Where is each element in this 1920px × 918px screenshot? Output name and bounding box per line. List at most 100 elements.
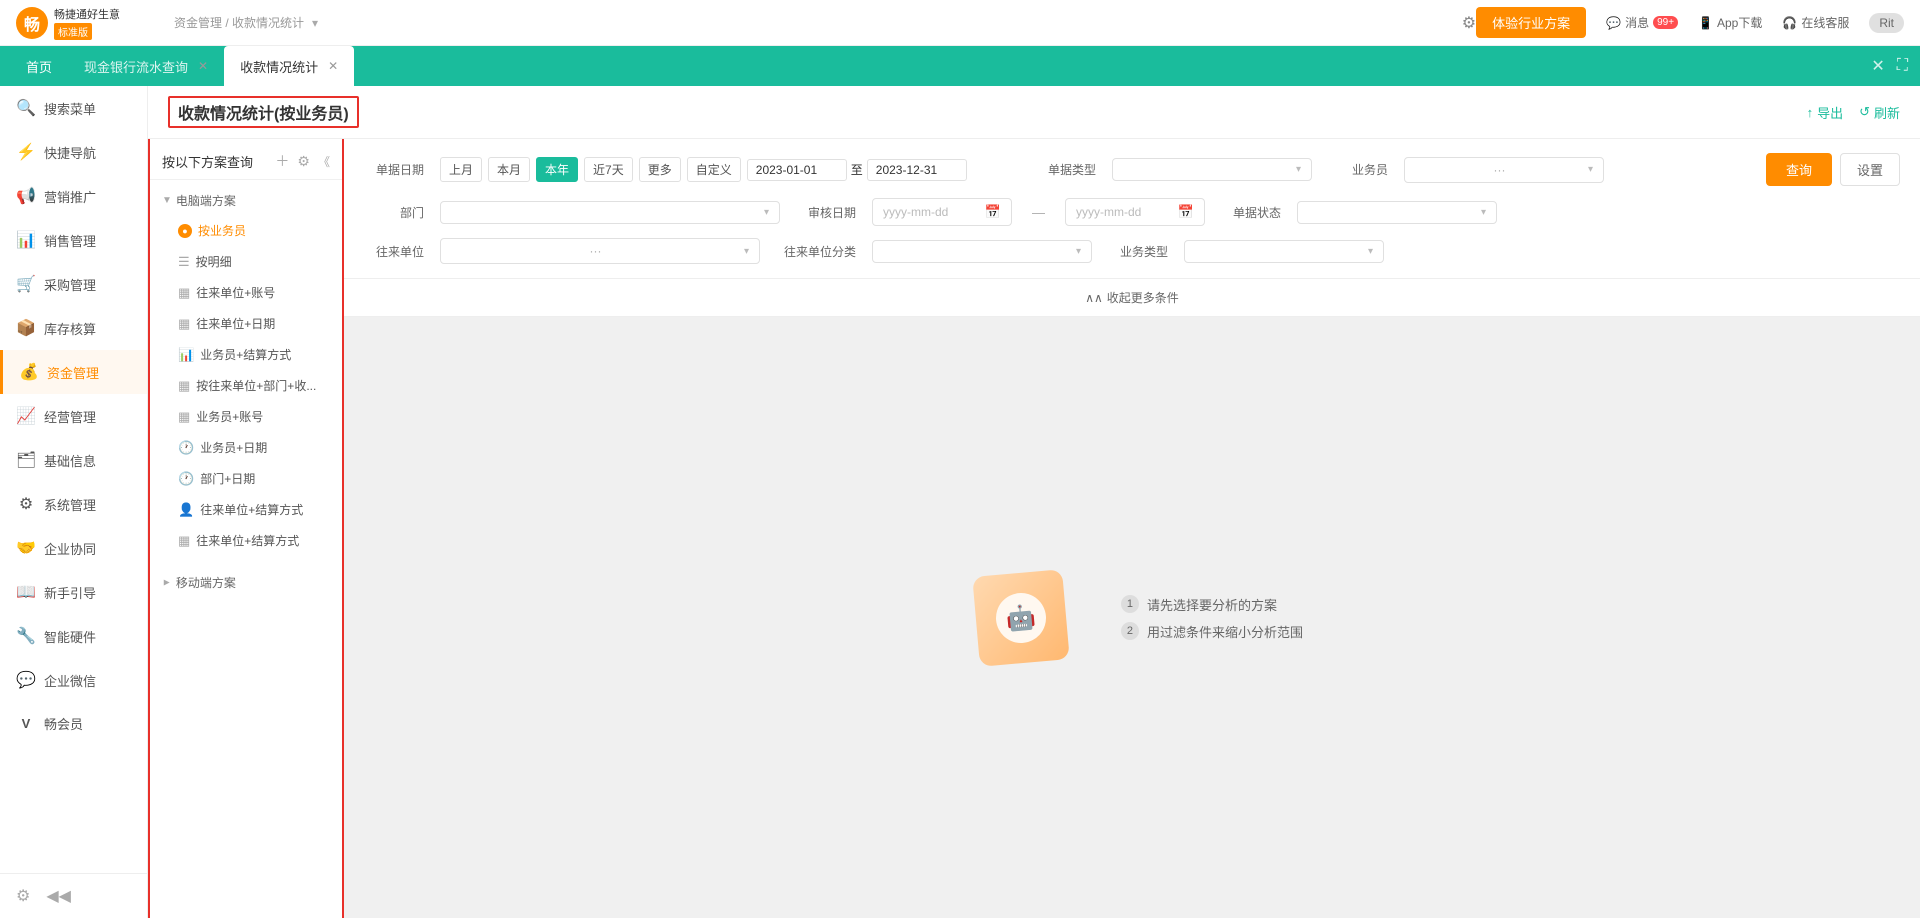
date-btn-custom[interactable]: 自定义 [687, 157, 741, 182]
sidebar-item-member[interactable]: V 畅会员 [0, 702, 147, 745]
trial-btn[interactable]: 体验行业方案 [1476, 7, 1586, 38]
mobile-group-header[interactable]: ▼ 移动端方案 [150, 568, 342, 597]
scheme-item-salesperson[interactable]: ● 按业务员 [150, 215, 342, 246]
date-btn-more[interactable]: 更多 [639, 157, 681, 182]
collection-stats-tab-label: 收款情况统计 [240, 57, 318, 76]
bank-flow-tab-close[interactable]: ✕ [198, 59, 208, 73]
bill-status-selector[interactable]: ▾ [1297, 201, 1497, 224]
bill-type-selector[interactable]: ▾ [1112, 158, 1312, 181]
collapse-scheme-btn[interactable]: 《 [318, 153, 330, 170]
sidebar-wechat-label: 企业微信 [44, 671, 96, 690]
business-type-selector[interactable]: ▾ [1184, 240, 1384, 263]
tab-collection-stats[interactable]: 收款情况统计 ✕ [224, 46, 354, 86]
scheme-item-unit-settlement2[interactable]: ▦ 往来单位+结算方式 [150, 525, 342, 556]
date-btn-this-month[interactable]: 本月 [488, 157, 530, 182]
collapse-bar[interactable]: ∧∧ 收起更多条件 [344, 279, 1920, 317]
sidebar-item-operation[interactable]: 📈 经营管理 [0, 394, 147, 438]
scheme-item-dept-date[interactable]: 🕐 部门+日期 [150, 463, 342, 494]
counterparty-cat-selector[interactable]: ▾ [872, 240, 1092, 263]
date-btn-last-month[interactable]: 上月 [440, 157, 482, 182]
app-download-btn[interactable]: 📱 App下载 [1698, 14, 1762, 31]
scheme-item-staff-account[interactable]: ▦ 业务员+账号 [150, 401, 342, 432]
sidebar-item-basic[interactable]: 🗂 基础信息 [0, 438, 147, 482]
query-btn[interactable]: 查询 [1766, 153, 1832, 186]
department-selector[interactable]: ▾ [440, 201, 780, 224]
counterparty-selector[interactable]: ··· ▾ [440, 238, 760, 264]
sidebar-item-hardware[interactable]: 🔧 智能硬件 [0, 614, 147, 658]
counterparty-dots[interactable]: ··· [589, 244, 601, 258]
salesperson-dots[interactable]: ··· [1493, 163, 1505, 177]
table-icon-3: ▦ [178, 378, 190, 394]
filter-area: 单据日期 上月 本月 本年 近7天 更多 自定义 至 [344, 139, 1920, 279]
scheme-item-staff-date[interactable]: 🕐 业务员+日期 [150, 432, 342, 463]
filter-actions: 查询 设置 [1766, 153, 1900, 186]
online-service-btn[interactable]: 🎧 在线客服 [1782, 14, 1849, 31]
tab-home[interactable]: 首页 [10, 46, 68, 86]
collapse-sidebar-icon[interactable]: ◀◀ [46, 886, 71, 906]
scheme-unit-date-label: 往来单位+日期 [196, 315, 275, 332]
sidebar-item-finance[interactable]: 💰 资金管理 [0, 350, 147, 394]
person-icon-1: 👤 [178, 502, 194, 518]
salesperson-selector[interactable]: ··· ▾ [1404, 157, 1604, 183]
desktop-group-arrow: ▼ [162, 195, 172, 206]
clock-icon-1: 🕐 [178, 440, 194, 456]
scheme-settings-btn[interactable]: ⚙ [297, 153, 310, 170]
date-btn-7days[interactable]: 近7天 [584, 157, 633, 182]
sidebar-item-system[interactable]: ⚙ 系统管理 [0, 482, 147, 526]
sidebar-item-purchase[interactable]: 🛒 采购管理 [0, 262, 147, 306]
sidebar-member-label: 畅会员 [44, 714, 83, 733]
scheme-staff-date-label: 业务员+日期 [200, 439, 267, 456]
sidebar-item-marketing[interactable]: 📢 营销推广 [0, 174, 147, 218]
sidebar-item-nav[interactable]: ⚡ 快捷导航 [0, 130, 147, 174]
search-menu-icon: 🔍 [16, 98, 36, 118]
messages-btn[interactable]: 💬 消息 99+ [1606, 14, 1678, 31]
mobile-scheme-group: ▼ 移动端方案 [150, 562, 342, 603]
sidebar-item-sales[interactable]: 📊 销售管理 [0, 218, 147, 262]
window-close-icon[interactable]: ✕ [1871, 56, 1884, 76]
sidebar-item-search[interactable]: 🔍 搜索菜单 [0, 86, 147, 130]
date-start-input[interactable] [747, 159, 847, 181]
settings-btn[interactable]: 设置 [1840, 153, 1900, 186]
sidebar-item-wechat[interactable]: 💬 企业微信 [0, 658, 147, 702]
date-btn-this-year[interactable]: 本年 [536, 157, 578, 182]
sidebar-basic-label: 基础信息 [44, 451, 96, 470]
scheme-item-unit-date[interactable]: ▦ 往来单位+日期 [150, 308, 342, 339]
table-icon-2: ▦ [178, 316, 190, 332]
desktop-group-header[interactable]: ▼ 电脑端方案 [150, 186, 342, 215]
member-icon: V [16, 716, 36, 731]
gear-settings-icon[interactable]: ⚙ [1462, 15, 1476, 32]
review-date-end[interactable]: yyyy-mm-dd 📅 [1065, 198, 1205, 226]
sidebar-marketing-label: 营销推广 [44, 187, 96, 206]
logo-text-area: 畅捷通好生意 标准版 [54, 6, 120, 40]
scheme-item-detail[interactable]: ☰ 按明细 [150, 246, 342, 277]
window-expand-icon[interactable]: ⛶ [1897, 57, 1908, 75]
operation-icon: 📈 [16, 406, 36, 426]
scheme-item-staff-settlement[interactable]: 📊 业务员+结算方式 [150, 339, 342, 370]
tab-bar-right: ✕ ⛶ [1871, 56, 1920, 76]
sidebar-item-guide[interactable]: 📖 新手引导 [0, 570, 147, 614]
user-btn[interactable]: Rit [1869, 13, 1904, 33]
scheme-item-unit-settlement1[interactable]: 👤 往来单位+结算方式 [150, 494, 342, 525]
export-btn[interactable]: ↑ 导出 [1807, 103, 1844, 122]
scheme-item-unit-dept[interactable]: ▦ 按往来单位+部门+收... [150, 370, 342, 401]
tab-bank-flow[interactable]: 现金银行流水查询 ✕ [68, 46, 224, 86]
system-icon: ⚙ [16, 494, 36, 514]
collection-stats-tab-close[interactable]: ✕ [328, 59, 338, 73]
counterparty-cat-arrow: ▾ [1076, 246, 1081, 257]
sidebar-guide-label: 新手引导 [44, 583, 96, 602]
bill-status-arrow: ▾ [1481, 207, 1486, 218]
sidebar-item-inventory[interactable]: 📦 库存核算 [0, 306, 147, 350]
breadcrumb-dropdown-icon[interactable]: ▾ [312, 16, 318, 30]
review-date-start[interactable]: yyyy-mm-dd 📅 [872, 198, 1012, 226]
refresh-btn[interactable]: ↺ 刷新 [1859, 103, 1900, 122]
date-end-input[interactable] [867, 159, 967, 181]
marketing-icon: 📢 [16, 186, 36, 206]
hint-label-1: 请先选择要分析的方案 [1147, 595, 1277, 614]
scheme-item-unit-account[interactable]: ▦ 往来单位+账号 [150, 277, 342, 308]
scheme-title: 按以下方案查询 [162, 152, 267, 171]
add-scheme-btn[interactable]: ＋ [275, 151, 289, 171]
mobile-group-arrow: ▼ [161, 578, 172, 588]
settings-bottom-icon[interactable]: ⚙ [16, 886, 30, 906]
scheme-header: 按以下方案查询 ＋ ⚙ 《 [150, 139, 342, 180]
sidebar-item-collab[interactable]: 🤝 企业协同 [0, 526, 147, 570]
